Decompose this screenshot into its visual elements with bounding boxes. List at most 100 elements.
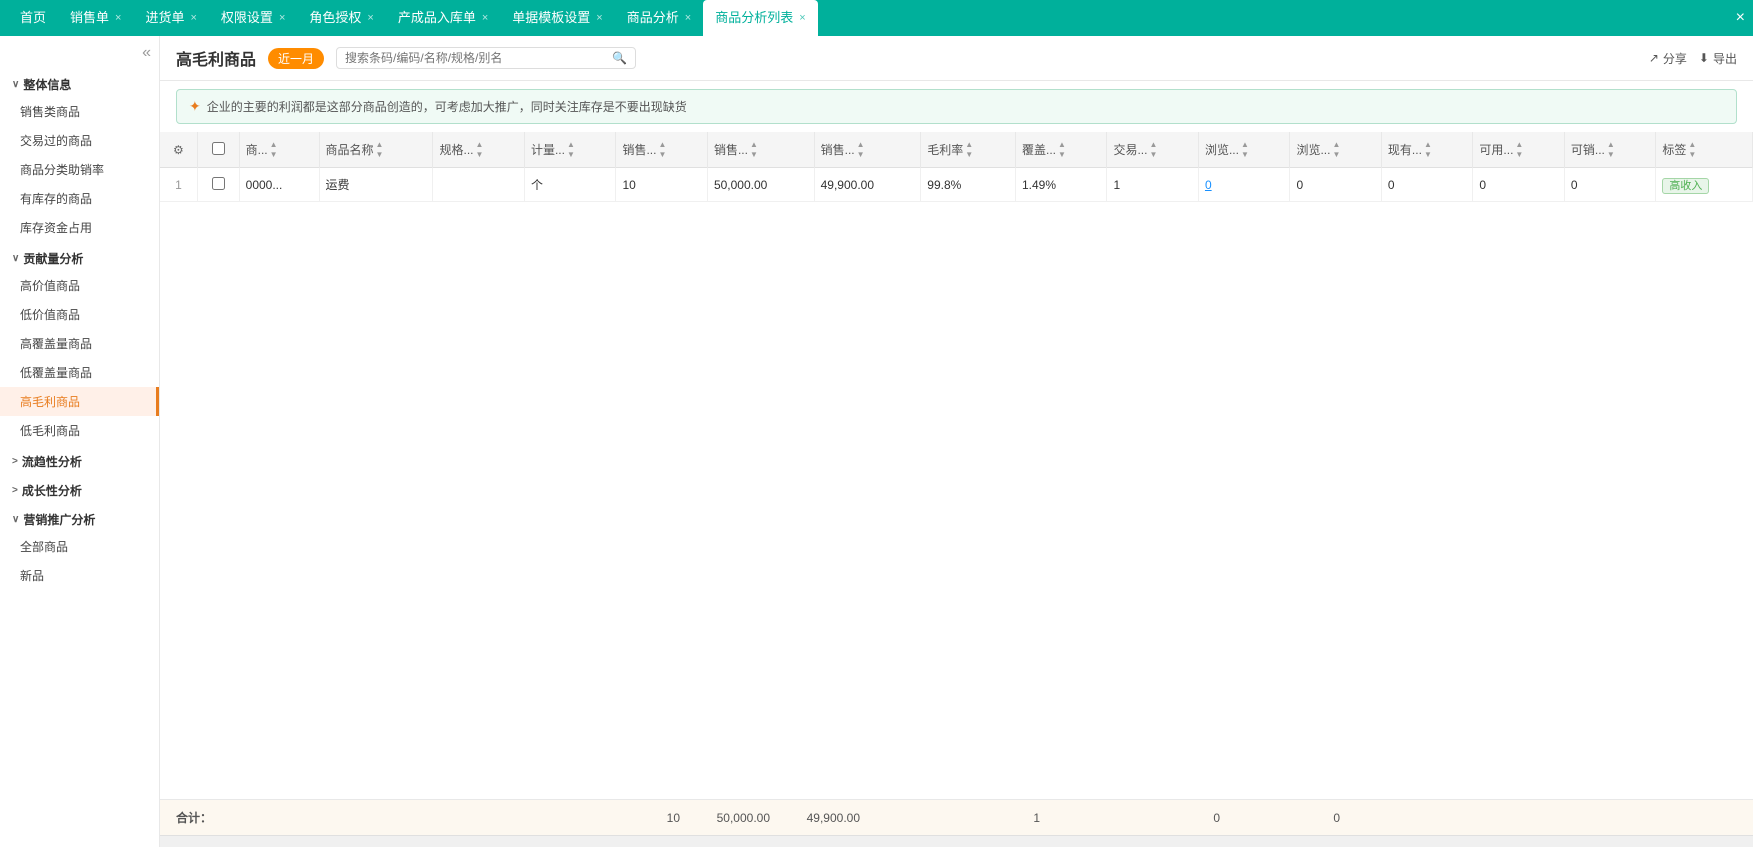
table-header-unit[interactable]: 计量...▲▼	[524, 132, 615, 168]
row-browse1[interactable]: 0	[1198, 168, 1289, 202]
footer-spacer9	[1046, 811, 1106, 825]
sidebar-item[interactable]: 新品	[0, 561, 159, 590]
nav-tab-销售单[interactable]: 销售单×	[58, 0, 133, 36]
nav-tab-单据模板设置[interactable]: 单据模板设置×	[500, 0, 614, 36]
sidebar-group-label[interactable]: >流趋性分析	[0, 445, 159, 474]
table-header-tag[interactable]: 标签▲▼	[1656, 132, 1753, 168]
close-tab-icon[interactable]: ×	[799, 0, 805, 36]
search-input[interactable]	[345, 51, 608, 65]
table-header-browse1[interactable]: 浏览...▲▼	[1198, 132, 1289, 168]
sidebar-item[interactable]: 库存资金占用	[0, 213, 159, 242]
search-icon[interactable]: 🔍	[612, 51, 627, 65]
table-header-browse2[interactable]: 浏览...▲▼	[1290, 132, 1381, 168]
close-tab-icon[interactable]: ×	[115, 0, 121, 36]
row-stock_current: 0	[1381, 168, 1472, 202]
sort-icon: ▲▼	[476, 140, 484, 159]
table-header-sale_qty[interactable]: 销售...▲▼	[616, 132, 707, 168]
sidebar-group-label[interactable]: ∨贡献量分析	[0, 242, 159, 271]
sort-icon: ▲▼	[1515, 140, 1523, 159]
table-header-checkbox	[197, 132, 239, 168]
nav-tab-商品分析列表[interactable]: 商品分析列表×	[703, 0, 817, 36]
sidebar-group-label[interactable]: ∨营销推广分析	[0, 503, 159, 532]
table-header-stock_saleable[interactable]: 可销...▲▼	[1564, 132, 1655, 168]
col-label: 覆盖...	[1022, 141, 1056, 158]
sidebar: « ∨整体信息销售类商品交易过的商品商品分类助销率有库存的商品库存资金占用∨贡献…	[0, 36, 160, 847]
share-button[interactable]: ↗ 分享	[1649, 50, 1687, 67]
sidebar-item[interactable]: 高毛利商品	[0, 387, 159, 416]
table-header-coverage[interactable]: 覆盖...▲▼	[1015, 132, 1106, 168]
sidebar-group-label[interactable]: ∨整体信息	[0, 68, 159, 97]
row-sale_cost: 49,900.00	[814, 168, 921, 202]
sidebar-group: >成长性分析	[0, 474, 159, 503]
table-header-gross_margin[interactable]: 毛利率▲▼	[921, 132, 1016, 168]
top-nav: 首页销售单×进货单×权限设置×角色授权×产成品入库单×单据模板设置×商品分析×商…	[0, 0, 1753, 36]
sort-icon: ▲▼	[1241, 140, 1249, 159]
bottom-scrollbar[interactable]	[160, 835, 1753, 847]
nav-tab-首页[interactable]: 首页	[8, 0, 58, 36]
sidebar-item[interactable]: 有库存的商品	[0, 184, 159, 213]
row-name: 运费	[319, 168, 433, 202]
close-tab-icon[interactable]: ×	[685, 0, 691, 36]
sidebar-item[interactable]: 交易过的商品	[0, 126, 159, 155]
nav-tab-产成品入库单[interactable]: 产成品入库单×	[386, 0, 500, 36]
col-label: 现有...	[1388, 141, 1422, 158]
table-header-sale_amount[interactable]: 销售...▲▼	[707, 132, 814, 168]
table-row: 10000...运费个1050,000.0049,900.0099.8%1.49…	[160, 168, 1753, 202]
sort-icon: ▲▼	[965, 140, 973, 159]
sidebar-collapse-button[interactable]: «	[142, 44, 151, 62]
row-select-checkbox[interactable]	[212, 177, 225, 190]
table-header-stock_current[interactable]: 现有...▲▼	[1381, 132, 1472, 168]
filter-recent-month-button[interactable]: 近一月	[268, 48, 324, 69]
row-tag: 高收入	[1656, 168, 1753, 202]
nav-tab-商品分析[interactable]: 商品分析×	[615, 0, 703, 36]
table-header-spec[interactable]: 规格...▲▼	[433, 132, 524, 168]
main-layout: « ∨整体信息销售类商品交易过的商品商品分类助销率有库存的商品库存资金占用∨贡献…	[0, 36, 1753, 847]
footer-spacer8	[926, 811, 986, 825]
row-stock_saleable: 0	[1564, 168, 1655, 202]
settings-icon[interactable]: ⚙	[173, 143, 184, 157]
nav-tab-角色授权[interactable]: 角色授权×	[297, 0, 385, 36]
row-coverage: 1.49%	[1015, 168, 1106, 202]
group-arrow-icon: ∨	[12, 514, 19, 525]
sidebar-group-label[interactable]: >成长性分析	[0, 474, 159, 503]
close-tab-icon[interactable]: ×	[482, 0, 488, 36]
footer-sale-amount: 50,000.00	[686, 811, 776, 825]
close-tab-icon[interactable]: ×	[279, 0, 285, 36]
table-header-trade[interactable]: 交易...▲▼	[1107, 132, 1198, 168]
row-checkbox[interactable]	[197, 168, 239, 202]
sidebar-item[interactable]: 高价值商品	[0, 271, 159, 300]
browse-link[interactable]: 0	[1205, 178, 1212, 192]
sort-icon: ▲▼	[1424, 140, 1432, 159]
sidebar-item[interactable]: 全部商品	[0, 532, 159, 561]
sidebar-item[interactable]: 高覆盖量商品	[0, 329, 159, 358]
sort-icon: ▲▼	[270, 140, 278, 159]
col-label: 销售...	[714, 141, 748, 158]
table-header-code[interactable]: 商...▲▼	[239, 132, 319, 168]
sidebar-item[interactable]: 商品分类助销率	[0, 155, 159, 184]
nav-tab-进货单[interactable]: 进货单×	[133, 0, 208, 36]
group-arrow-icon: ∨	[12, 79, 19, 90]
table-header-stock_available[interactable]: 可用...▲▼	[1473, 132, 1564, 168]
col-label: 浏览...	[1296, 141, 1330, 158]
close-tab-icon[interactable]: ×	[367, 0, 373, 36]
close-tab-icon[interactable]: ×	[596, 0, 602, 36]
table-header-name[interactable]: 商品名称▲▼	[319, 132, 433, 168]
export-button[interactable]: ⬇ 导出	[1699, 50, 1737, 67]
close-tab-icon[interactable]: ×	[190, 0, 196, 36]
close-all-button[interactable]: ×	[1736, 9, 1745, 27]
select-all-checkbox[interactable]	[212, 142, 225, 155]
search-box: 🔍	[336, 47, 636, 69]
col-label: 可用...	[1479, 141, 1513, 158]
sidebar-item[interactable]: 低覆盖量商品	[0, 358, 159, 387]
row-gross_margin: 99.8%	[921, 168, 1016, 202]
table-container[interactable]: ⚙商...▲▼商品名称▲▼规格...▲▼计量...▲▼销售...▲▼销售...▲…	[160, 132, 1753, 799]
sidebar-item[interactable]: 低价值商品	[0, 300, 159, 329]
row-trade: 1	[1107, 168, 1198, 202]
col-label: 浏览...	[1205, 141, 1239, 158]
table-header-sale_cost[interactable]: 销售...▲▼	[814, 132, 921, 168]
sidebar-item[interactable]: 低毛利商品	[0, 416, 159, 445]
sidebar-item[interactable]: 销售类商品	[0, 97, 159, 126]
content-area: 高毛利商品 近一月 🔍 ↗ 分享 ⬇ 导出 ✦ 企业的主要的利润都是这部分商品创…	[160, 36, 1753, 847]
nav-tab-权限设置[interactable]: 权限设置×	[209, 0, 297, 36]
sidebar-group: ∨整体信息销售类商品交易过的商品商品分类助销率有库存的商品库存资金占用	[0, 68, 159, 242]
